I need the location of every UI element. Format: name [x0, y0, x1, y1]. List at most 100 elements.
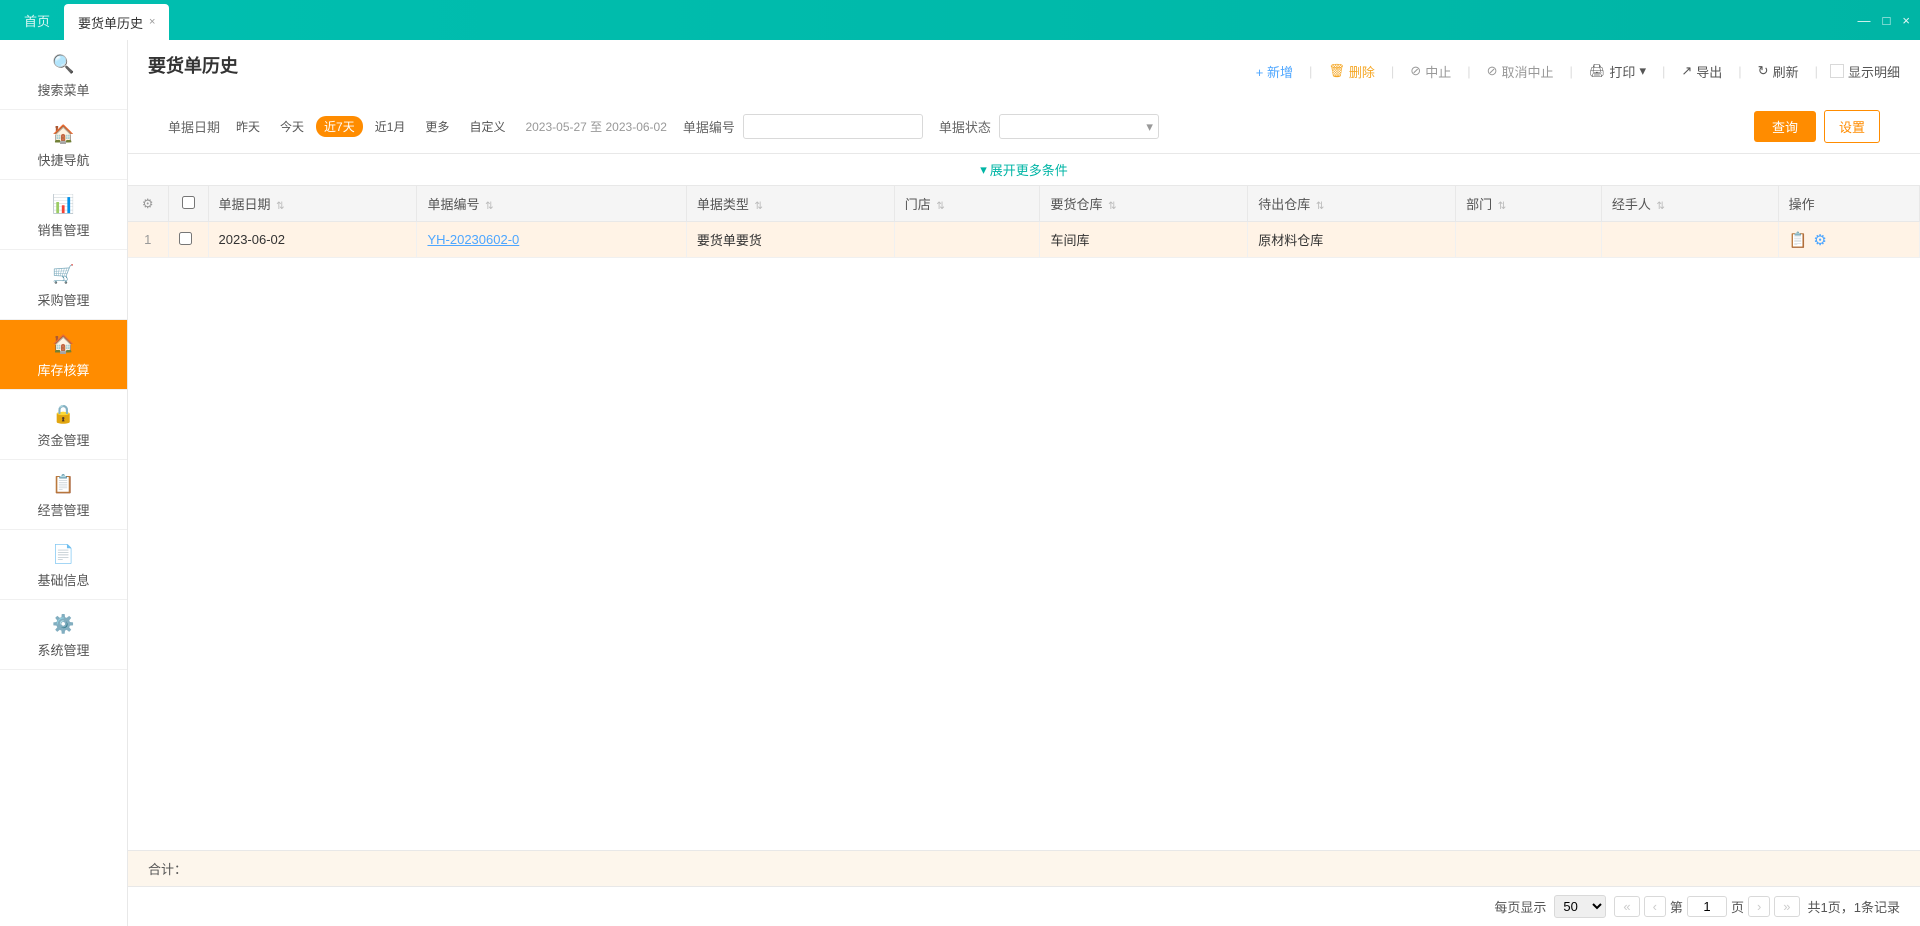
print-button[interactable]: 🖨 打印 ▾ — [1585, 62, 1650, 81]
page-suffix: 页 — [1731, 897, 1744, 916]
row-handler — [1601, 222, 1778, 258]
total-info: 共1页，1条记录 — [1808, 897, 1900, 916]
per-page-select[interactable]: 10 20 50 100 — [1554, 895, 1606, 918]
lock-icon: 🔒 — [52, 404, 74, 425]
content-area: 要货单历史 + 新增 | 🗑 删除 | ⊘ 中止 | ⊘ — [128, 40, 1920, 926]
home-icon: 🏠 — [52, 124, 74, 145]
sidebar-label-operation-mgmt: 经营管理 — [37, 500, 89, 519]
settings-button[interactable]: 设置 — [1824, 110, 1880, 143]
sort-order-no-icon[interactable]: ⇅ — [485, 201, 493, 212]
status-label: 单据状态 — [939, 117, 991, 136]
table-row: 1 2023-06-02 YH-20230602-0 要货单要货 车间库 原材料… — [128, 222, 1920, 258]
sort-order-type-icon[interactable]: ⇅ — [754, 201, 762, 212]
sidebar-item-basic-info[interactable]: 📄 基础信息 — [0, 530, 127, 600]
order-no-link[interactable]: YH-20230602-0 — [427, 232, 519, 247]
tab-home[interactable]: 首页 — [10, 0, 64, 40]
table-area: ⚙ 单据日期 ⇅ 单据编号 ⇅ — [128, 186, 1920, 850]
sidebar-item-quick-nav[interactable]: 🏠 快捷导航 — [0, 110, 127, 180]
th-pending-warehouse: 待出仓库 ⇅ — [1248, 186, 1456, 222]
sidebar-label-sales-mgmt: 销售管理 — [37, 220, 89, 239]
export-icon: ↗ — [1681, 63, 1692, 79]
row-checkbox[interactable] — [179, 232, 192, 245]
status-select[interactable] — [999, 114, 1159, 139]
order-no-input[interactable] — [743, 114, 923, 139]
last-page-button[interactable]: » — [1774, 896, 1799, 917]
sidebar-item-purchase-mgmt[interactable]: 🛒 采购管理 — [0, 250, 127, 320]
sidebar-item-operation-mgmt[interactable]: 📋 经营管理 — [0, 460, 127, 530]
date-btn-7days[interactable]: 近7天 — [316, 116, 363, 137]
table-header-row: ⚙ 单据日期 ⇅ 单据编号 ⇅ — [128, 186, 1920, 222]
delete-button[interactable]: 🗑 删除 — [1324, 62, 1379, 81]
sort-date-icon[interactable]: ⇅ — [276, 201, 284, 212]
sidebar-item-sales-mgmt[interactable]: 📊 销售管理 — [0, 180, 127, 250]
print-dropdown-icon: ▾ — [1639, 63, 1646, 79]
date-btn-today[interactable]: 今天 — [272, 116, 312, 137]
tab-home-label: 首页 — [24, 11, 50, 30]
date-btn-custom[interactable]: 自定义 — [461, 116, 513, 137]
date-btn-more[interactable]: 更多 — [417, 116, 457, 137]
close-icon[interactable]: × — [1902, 13, 1910, 28]
row-actions: 📋 ⚙ — [1778, 222, 1919, 258]
sidebar-item-system-mgmt[interactable]: ⚙️ 系统管理 — [0, 600, 127, 670]
tab-order-history-label: 要货单历史 — [78, 13, 143, 32]
sidebar-label-finance-mgmt: 资金管理 — [37, 430, 89, 449]
first-page-button[interactable]: « — [1614, 896, 1639, 917]
sort-dept-icon[interactable]: ⇅ — [1498, 201, 1506, 212]
row-check — [168, 222, 208, 258]
sidebar-item-search-menu[interactable]: 🔍 搜索菜单 — [0, 40, 127, 110]
date-buttons: 昨天 今天 近7天 近1月 更多 自定义 — [228, 116, 513, 137]
th-action: 操作 — [1778, 186, 1919, 222]
sort-pending-warehouse-icon[interactable]: ⇅ — [1316, 201, 1324, 212]
page-number-input[interactable] — [1687, 896, 1727, 917]
new-button[interactable]: + 新增 — [1252, 62, 1297, 81]
export-button[interactable]: ↗ 导出 — [1677, 62, 1726, 81]
display-detail-toggle[interactable]: 显示明细 — [1830, 62, 1900, 81]
refresh-button[interactable]: ↻ 刷新 — [1754, 62, 1803, 81]
th-check — [168, 186, 208, 222]
next-page-button[interactable]: › — [1748, 896, 1770, 917]
table-settings-icon[interactable]: ⚙ — [142, 196, 154, 211]
date-filter-label: 单据日期 — [168, 117, 220, 136]
sidebar-label-inventory-calc: 库存核算 — [37, 360, 89, 379]
search-icon: 🔍 — [52, 54, 74, 75]
prev-page-button[interactable]: ‹ — [1644, 896, 1666, 917]
page-label: 第 — [1670, 897, 1683, 916]
th-dept: 部门 ⇅ — [1456, 186, 1602, 222]
table-footer: 合计： — [128, 850, 1920, 886]
sidebar-item-inventory-calc[interactable]: 🏠 库存核算 — [0, 320, 127, 390]
row-pending-warehouse: 原材料仓库 — [1248, 222, 1456, 258]
tab-order-history[interactable]: 要货单历史 × — [64, 4, 169, 40]
inventory-icon: 🏠 — [52, 334, 74, 355]
row-order-type: 要货单要货 — [686, 222, 894, 258]
clipboard-icon: 📋 — [52, 474, 74, 495]
summary-label: 合计： — [148, 862, 187, 877]
order-no-filter-group: 单据编号 — [683, 114, 923, 139]
minimize-icon[interactable]: — — [1858, 13, 1871, 28]
query-button[interactable]: 查询 — [1754, 111, 1816, 142]
per-page-label: 每页显示 — [1494, 897, 1546, 916]
th-order-no: 单据编号 ⇅ — [417, 186, 686, 222]
expand-conditions-button[interactable]: ▾ 展开更多条件 — [980, 160, 1068, 179]
cancel-stop-button[interactable]: ⊘ 取消中止 — [1483, 62, 1558, 81]
page-header: 要货单历史 + 新增 | 🗑 删除 | ⊘ 中止 | ⊘ — [128, 40, 1920, 154]
tab-close-icon[interactable]: × — [149, 16, 155, 28]
maximize-icon[interactable]: □ — [1883, 13, 1891, 28]
display-checkbox[interactable] — [1830, 64, 1844, 78]
row-more-icon[interactable]: ⚙ — [1813, 231, 1826, 249]
refresh-icon: ↻ — [1758, 63, 1769, 79]
date-btn-yesterday[interactable]: 昨天 — [228, 116, 268, 137]
sort-handler-icon[interactable]: ⇅ — [1657, 201, 1665, 212]
date-range-display: 2023-05-27 至 2023-06-02 — [525, 118, 666, 135]
stop-button[interactable]: ⊘ 中止 — [1406, 62, 1455, 81]
sidebar-item-finance-mgmt[interactable]: 🔒 资金管理 — [0, 390, 127, 460]
row-view-icon[interactable]: 📋 — [1789, 231, 1808, 249]
select-all-checkbox[interactable] — [182, 196, 195, 209]
th-order-type: 单据类型 ⇅ — [686, 186, 894, 222]
cart-icon: 🛒 — [52, 264, 74, 285]
date-btn-1month[interactable]: 近1月 — [367, 116, 414, 137]
sort-store-icon[interactable]: ⇅ — [936, 201, 944, 212]
th-settings: ⚙ — [128, 186, 168, 222]
delete-icon: 🗑 — [1328, 63, 1345, 79]
sort-req-warehouse-icon[interactable]: ⇅ — [1108, 201, 1116, 212]
gear-icon: ⚙️ — [52, 614, 74, 635]
